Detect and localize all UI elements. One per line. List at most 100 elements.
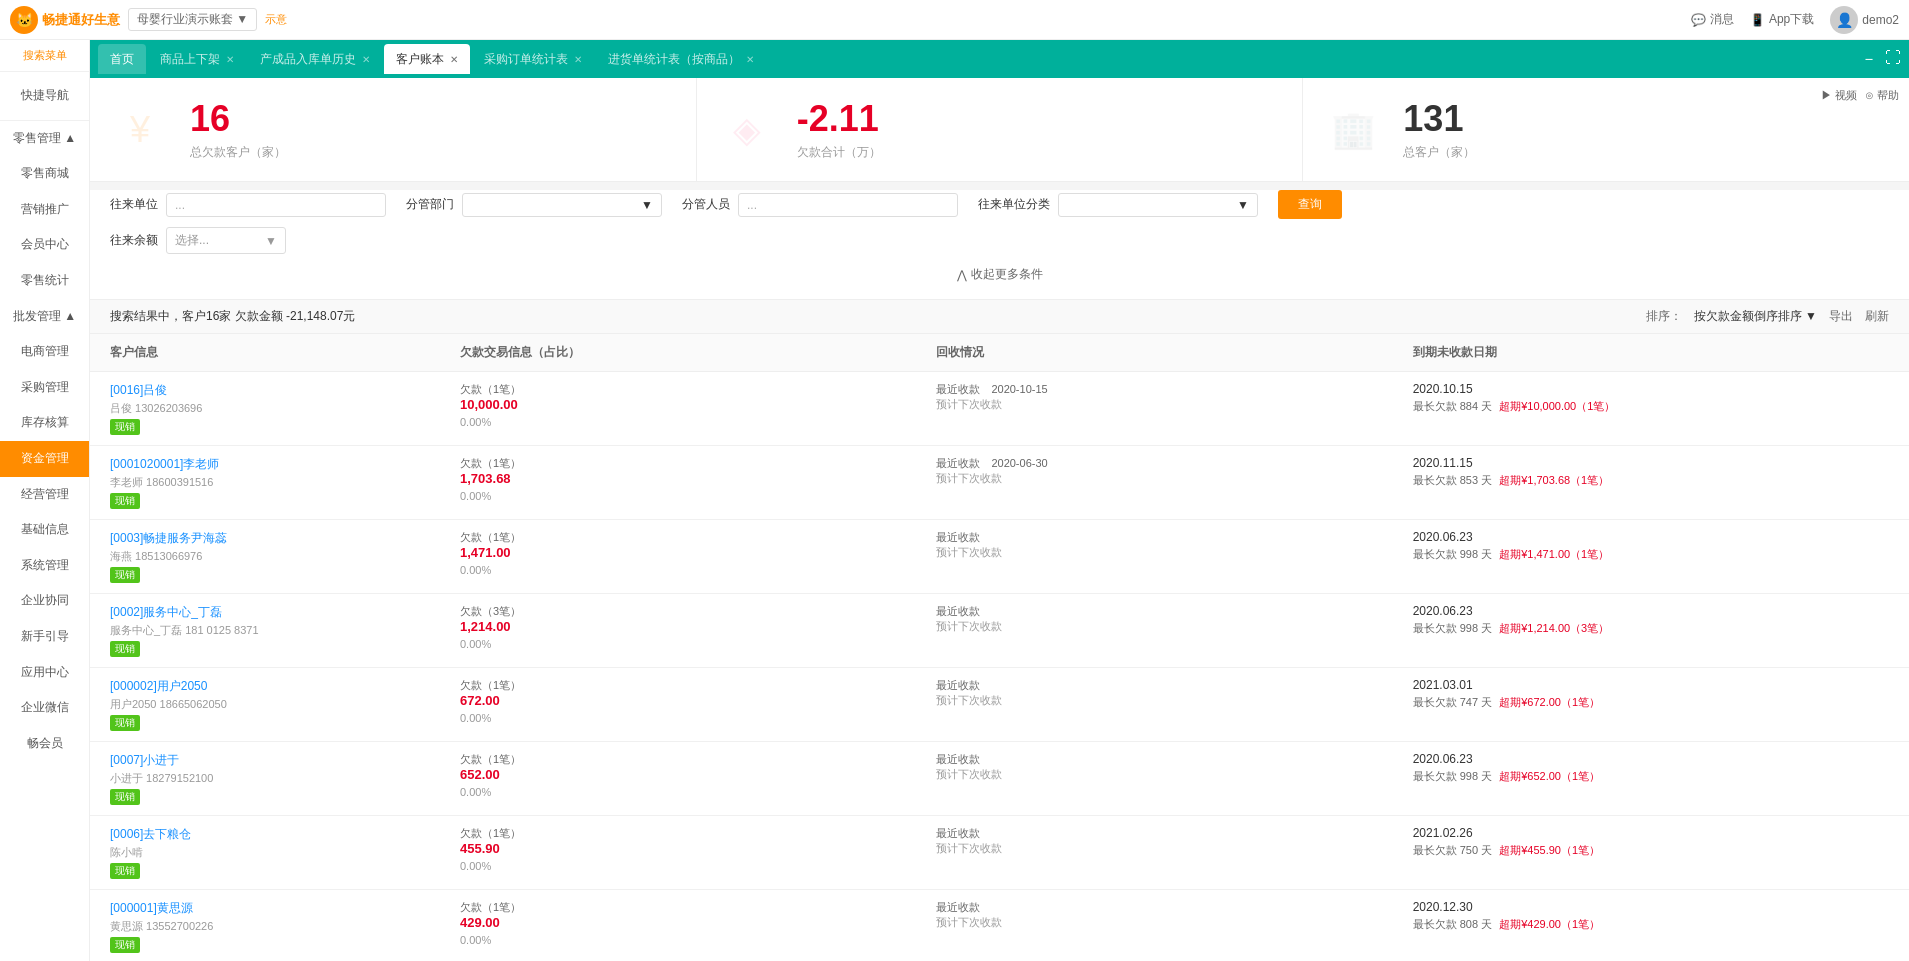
customer-contact-7: 黄思源 13552700226 xyxy=(110,919,460,934)
sidebar-item-basic-info[interactable]: 基础信息 xyxy=(0,512,89,548)
video-btn[interactable]: ▶ 视频 xyxy=(1821,88,1857,103)
stat-card-total: 🏢 131 总客户（家） ▶ 视频 ⊙ 帮助 xyxy=(1303,78,1909,181)
tab-home[interactable]: 首页 xyxy=(98,44,146,74)
app-download-btn[interactable]: 📱 App下载 xyxy=(1750,11,1814,28)
export-btn[interactable]: 导出 xyxy=(1829,308,1853,325)
tab-products-list[interactable]: 商品上下架 ✕ xyxy=(148,44,246,74)
stat-number-amount: -2.11 xyxy=(797,98,881,140)
tab-close-stock[interactable]: ✕ xyxy=(746,54,754,65)
main-layout: 搜索菜单 快捷导航 零售管理 ▲ 零售商城 营销推广 会员中心 零售统计 xyxy=(0,40,1909,961)
stats-row: ¥ 16 总欠款客户（家） ◈ -2.11 欠款合计（万） xyxy=(90,78,1909,182)
sidebar-item-quicknav[interactable]: 快捷导航 xyxy=(0,78,89,114)
overdue-link-4[interactable]: 超期¥672.00（1笔） xyxy=(1499,696,1600,708)
person-label: 分管人员 xyxy=(682,196,730,213)
duedate-cell-5: 2020.06.23 最长欠款 998 天 超期¥652.00（1笔） xyxy=(1413,752,1889,784)
stat-number-total: 131 xyxy=(1403,98,1475,140)
tab-close-customer[interactable]: ✕ xyxy=(450,54,458,65)
customer-name-1[interactable]: [0001020001]李老师 xyxy=(110,456,460,473)
user-area[interactable]: 👤 demo2 xyxy=(1830,6,1899,34)
sidebar-item-wechat[interactable]: 企业微信 xyxy=(0,690,89,726)
sidebar-search[interactable]: 搜索菜单 xyxy=(0,40,89,72)
overdue-link-2[interactable]: 超期¥1,471.00（1笔） xyxy=(1499,548,1609,560)
sidebar-item-retail-mgmt[interactable]: 零售管理 ▲ xyxy=(0,121,89,157)
table-row: [0006]去下粮仓 陈小啃 现销 欠款（1笔） 455.90 0.00% 最近… xyxy=(90,816,1909,890)
link-text[interactable]: 示意 xyxy=(265,12,287,27)
department-input[interactable]: ▼ xyxy=(462,193,662,217)
data-table: 客户信息 欠款交易信息（占比） 回收情况 到期未收款日期 [0016]吕俊 吕俊… xyxy=(90,334,1909,961)
sidebar-item-marketing[interactable]: 营销推广 xyxy=(0,192,89,228)
overdue-link-1[interactable]: 超期¥1,703.68（1笔） xyxy=(1499,474,1609,486)
customer-name-2[interactable]: [0003]畅捷服务尹海蕊 xyxy=(110,530,460,547)
customer-contact-6: 陈小啃 xyxy=(110,845,460,860)
person-input[interactable]: ... xyxy=(738,193,958,217)
department-label: 分管部门 xyxy=(406,196,454,213)
sidebar-item-ecommerce[interactable]: 电商管理 xyxy=(0,334,89,370)
filter-row-1: 往来单位 ... 分管部门 ▼ xyxy=(110,190,1889,219)
customer-badge-4: 现销 xyxy=(110,715,140,731)
overdue-link-5[interactable]: 超期¥652.00（1笔） xyxy=(1499,770,1600,782)
customer-cell-7: [000001]黄思源 黄思源 13552700226 现销 xyxy=(110,900,460,953)
sidebar-item-operations[interactable]: 经营管理 xyxy=(0,477,89,513)
sidebar-item-member[interactable]: 会员中心 xyxy=(0,227,89,263)
customer-name-4[interactable]: [000002]用户2050 xyxy=(110,678,460,695)
sidebar-item-app-center[interactable]: 应用中心 xyxy=(0,655,89,691)
overdue-link-6[interactable]: 超期¥455.90（1笔） xyxy=(1499,844,1600,856)
tab-minimize-btn[interactable]: － xyxy=(1861,49,1877,70)
sidebar-item-guide[interactable]: 新手引导 xyxy=(0,619,89,655)
tab-production-history[interactable]: 产成品入库单历史 ✕ xyxy=(248,44,382,74)
duedate-cell-2: 2020.06.23 最长欠款 998 天 超期¥1,471.00（1笔） xyxy=(1413,530,1889,562)
unit-category-input[interactable]: ▼ xyxy=(1058,193,1258,217)
sidebar-item-finance[interactable]: 资金管理 xyxy=(0,441,89,477)
help-btn[interactable]: ⊙ 帮助 xyxy=(1865,88,1899,103)
sidebar-item-retail-mall[interactable]: 零售商城 xyxy=(0,156,89,192)
filter-person: 分管人员 ... xyxy=(682,193,958,217)
customer-cell-0: [0016]吕俊 吕俊 13026203696 现销 xyxy=(110,382,460,435)
sidebar-item-batch-mgmt[interactable]: 批发管理 ▲ xyxy=(0,299,89,335)
table-row: [0001020001]李老师 李老师 18600391516 现销 欠款（1笔… xyxy=(90,446,1909,520)
overdue-link-7[interactable]: 超期¥429.00（1笔） xyxy=(1499,918,1600,930)
customer-badge-7: 现销 xyxy=(110,937,140,953)
stat-content-3: 131 总客户（家） xyxy=(1403,98,1475,161)
debt-cell-0: 欠款（1笔） 10,000.00 0.00% xyxy=(460,382,936,428)
message-btn[interactable]: 💬 消息 xyxy=(1691,11,1734,28)
refresh-btn[interactable]: 刷新 xyxy=(1865,308,1889,325)
sort-select[interactable]: 按欠款金额倒序排序 ▼ xyxy=(1694,308,1817,325)
tab-close-production[interactable]: ✕ xyxy=(362,54,370,65)
sidebar-item-retail-stats[interactable]: 零售统计 xyxy=(0,263,89,299)
store-selector[interactable]: 母婴行业演示账套 ▼ xyxy=(128,8,257,31)
stat-card-amount: ◈ -2.11 欠款合计（万） xyxy=(697,78,1304,181)
tab-stock-stats[interactable]: 进货单统计表（按商品） ✕ xyxy=(596,44,766,74)
customer-name-5[interactable]: [0007]小进于 xyxy=(110,752,460,769)
sidebar-item-system[interactable]: 系统管理 xyxy=(0,548,89,584)
sidebar-item-enterprise[interactable]: 企业协同 xyxy=(0,583,89,619)
stat-icon-diamond: ◈ xyxy=(717,100,777,160)
customer-name-0[interactable]: [0016]吕俊 xyxy=(110,382,460,399)
tab-customer-account[interactable]: 客户账本 ✕ xyxy=(384,44,470,74)
sidebar-item-inventory[interactable]: 库存核算 xyxy=(0,405,89,441)
tab-purchase-order[interactable]: 采购订单统计表 ✕ xyxy=(472,44,594,74)
collection-cell-2: 最近收款 预计下次收款 xyxy=(936,530,1412,560)
tab-maximize-btn[interactable]: ⛶ xyxy=(1885,49,1901,70)
customer-name-7[interactable]: [000001]黄思源 xyxy=(110,900,460,917)
tab-close-purchase[interactable]: ✕ xyxy=(574,54,582,65)
sidebar: 搜索菜单 快捷导航 零售管理 ▲ 零售商城 营销推广 会员中心 零售统计 xyxy=(0,40,90,961)
col-header-customer: 客户信息 xyxy=(110,344,460,361)
balance-select[interactable]: 选择... ▼ xyxy=(166,227,286,254)
sidebar-item-vip[interactable]: 畅会员 xyxy=(0,726,89,762)
sidebar-item-purchase[interactable]: 采购管理 xyxy=(0,370,89,406)
customer-name-6[interactable]: [0006]去下粮仓 xyxy=(110,826,460,843)
search-button[interactable]: 查询 xyxy=(1278,190,1342,219)
results-info: 搜索结果中，客户16家 欠款金额 -21,148.07元 排序： 按欠款金额倒序… xyxy=(90,299,1909,334)
filter-from-unit: 往来单位 ... xyxy=(110,193,386,217)
tab-bar-actions: － ⛶ xyxy=(1861,49,1901,70)
tab-label-purchase: 采购订单统计表 xyxy=(484,51,568,68)
overdue-link-3[interactable]: 超期¥1,214.00（3笔） xyxy=(1499,622,1609,634)
collapse-btn[interactable]: ⋀ 收起更多条件 xyxy=(957,266,1043,283)
customer-name-3[interactable]: [0002]服务中心_丁磊 xyxy=(110,604,460,621)
from-unit-input[interactable]: ... xyxy=(166,193,386,217)
col-header-collection: 回收情况 xyxy=(936,344,1412,361)
tab-close-products[interactable]: ✕ xyxy=(226,54,234,65)
overdue-link-0[interactable]: 超期¥10,000.00（1笔） xyxy=(1499,400,1615,412)
from-unit-label: 往来单位 xyxy=(110,196,158,213)
results-actions: 排序： 按欠款金额倒序排序 ▼ 导出 刷新 xyxy=(1646,308,1889,325)
